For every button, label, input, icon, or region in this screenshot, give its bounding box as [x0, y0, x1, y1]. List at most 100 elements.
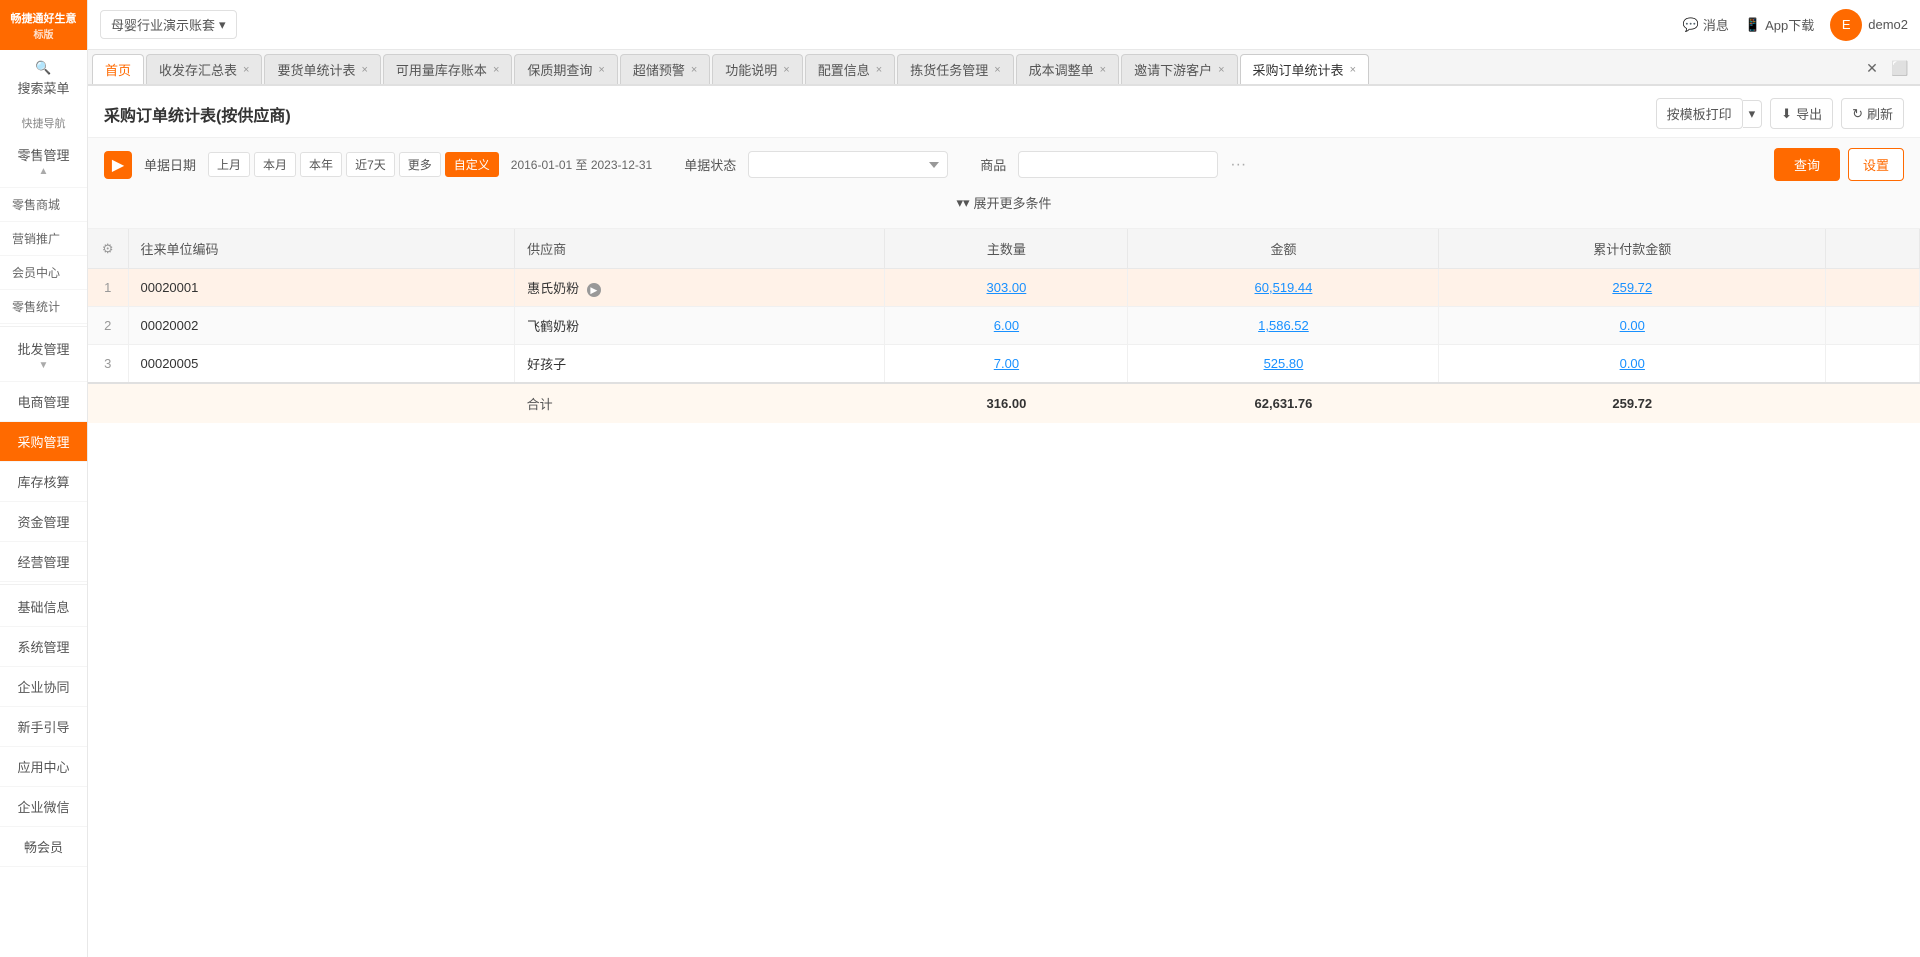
- td-amount[interactable]: 525.80: [1128, 345, 1439, 384]
- tab-cost-adjust[interactable]: 成本调整单 ×: [1016, 54, 1119, 84]
- sidebar-item-new-guide[interactable]: 新手引导: [0, 707, 87, 747]
- tab-close-icon[interactable]: ×: [994, 64, 1000, 76]
- td-paid-amount[interactable]: 259.72: [1439, 269, 1826, 307]
- sidebar-item-basic-info[interactable]: 基础信息: [0, 587, 87, 627]
- tab-maximize-btn[interactable]: ⬜: [1888, 56, 1912, 80]
- td-main-qty[interactable]: 6.00: [885, 307, 1128, 345]
- tab-home[interactable]: 首页: [92, 54, 144, 84]
- user-area[interactable]: E demo2: [1830, 9, 1908, 41]
- tab-close-icon[interactable]: ×: [1100, 64, 1106, 76]
- app-download-label: App下载: [1765, 15, 1814, 34]
- sidebar-item-wholesale-mgmt[interactable]: 批发管理 ▼: [0, 329, 87, 382]
- sidebar-item-ops-mgmt[interactable]: 经营管理: [0, 542, 87, 582]
- shortcut-more[interactable]: 更多: [399, 152, 441, 177]
- page-actions: 按模板打印 ▾ ⬇ 导出 ↻ 刷新: [1656, 98, 1904, 129]
- tab-receive-summary[interactable]: 收发存汇总表 ×: [146, 54, 262, 84]
- tab-actions: ✕ ⬜: [1856, 52, 1916, 84]
- goods-filter-label: 商品: [980, 155, 1006, 174]
- table-row[interactable]: 1 00020001 惠氏奶粉 ▶ 303.00 60,519.44 259.7…: [88, 269, 1920, 307]
- tab-close-icon[interactable]: ×: [1218, 64, 1224, 76]
- logo-area: 畅捷通好生意 标版: [0, 0, 87, 50]
- tab-close-icon[interactable]: ×: [598, 64, 604, 76]
- sidebar-item-member-center[interactable]: 会员中心: [0, 256, 87, 290]
- sidebar-item-label: 畅会员: [24, 837, 63, 856]
- sidebar-item-label: 零售管理: [17, 145, 69, 164]
- sidebar-item-label: 企业微信: [17, 797, 69, 816]
- shortcut-last-7days[interactable]: 近7天: [346, 152, 395, 177]
- tab-expiry-query[interactable]: 保质期查询 ×: [514, 54, 617, 84]
- table-row[interactable]: 3 00020005 好孩子 7.00 525.80 0.00: [88, 345, 1920, 384]
- sidebar-item-app-center[interactable]: 应用中心: [0, 747, 87, 787]
- tab-label: 邀请下游客户: [1134, 60, 1212, 79]
- shortcut-this-month[interactable]: 本月: [254, 152, 296, 177]
- workspace-selector[interactable]: 母婴行业演示账套 ▾: [100, 10, 237, 39]
- sidebar-item-vip[interactable]: 畅会员: [0, 827, 87, 867]
- table-settings-icon[interactable]: ⚙: [102, 241, 114, 256]
- status-select[interactable]: 草稿 已确认 已完成: [748, 151, 948, 178]
- avatar: E: [1830, 9, 1862, 41]
- shortcut-last-month[interactable]: 上月: [208, 152, 250, 177]
- td-main-qty[interactable]: 303.00: [885, 269, 1128, 307]
- td-main-qty[interactable]: 7.00: [885, 345, 1128, 384]
- expand-more-btn[interactable]: ▾▾ 展开更多条件: [956, 187, 1051, 218]
- tab-function-desc[interactable]: 功能说明 ×: [712, 54, 802, 84]
- supplier-detail-icon[interactable]: ▶: [587, 283, 601, 297]
- tab-close-icon[interactable]: ×: [243, 64, 249, 76]
- tab-close-icon[interactable]: ×: [1350, 64, 1356, 76]
- tab-purchase-stats[interactable]: 采购订单统计表 ×: [1240, 54, 1369, 84]
- tab-close-icon[interactable]: ×: [493, 64, 499, 76]
- goods-input[interactable]: [1018, 151, 1218, 178]
- tab-pick-task[interactable]: 拣货任务管理 ×: [897, 54, 1013, 84]
- export-btn[interactable]: ⬇ 导出: [1770, 98, 1833, 129]
- tab-goods-stats[interactable]: 要货单统计表 ×: [264, 54, 380, 84]
- td-paid-amount[interactable]: 0.00: [1439, 307, 1826, 345]
- td-amount[interactable]: 60,519.44: [1128, 269, 1439, 307]
- sidebar-item-enterprise-wechat[interactable]: 企业微信: [0, 787, 87, 827]
- divider: [0, 326, 87, 327]
- print-dropdown-btn[interactable]: ▾: [1743, 100, 1763, 128]
- tab-close-icon[interactable]: ×: [691, 64, 697, 76]
- sidebar-item-retail-shop[interactable]: 零售商城: [0, 188, 87, 222]
- sidebar-item-retail-stats[interactable]: 零售统计: [0, 290, 87, 324]
- sidebar-search[interactable]: 🔍 搜索菜单: [0, 50, 87, 107]
- tab-invite-downstream[interactable]: 邀请下游客户 ×: [1121, 54, 1237, 84]
- tab-available-stock[interactable]: 可用量库存账本 ×: [383, 54, 512, 84]
- sidebar-item-retail-mgmt[interactable]: 零售管理 ▲: [0, 135, 87, 188]
- workspace-name: 母婴行业演示账套: [111, 15, 215, 34]
- td-extra: [1826, 345, 1920, 384]
- table-row[interactable]: 2 00020002 飞鹤奶粉 6.00 1,586.52 0.00: [88, 307, 1920, 345]
- table-body: 1 00020001 惠氏奶粉 ▶ 303.00 60,519.44 259.7…: [88, 269, 1920, 384]
- td-supplier: 好孩子: [515, 345, 885, 384]
- tab-close-icon[interactable]: ×: [361, 64, 367, 76]
- sidebar-item-enterprise-collab[interactable]: 企业协同: [0, 667, 87, 707]
- td-amount[interactable]: 1,586.52: [1128, 307, 1439, 345]
- search-icon: 🔍: [35, 60, 51, 76]
- print-btn[interactable]: 按模板打印: [1656, 98, 1743, 129]
- app-download-btn[interactable]: 📱 App下载: [1745, 15, 1814, 34]
- settings-btn[interactable]: 设置: [1848, 148, 1904, 181]
- refresh-btn[interactable]: ↻ 刷新: [1841, 98, 1904, 129]
- message-btn[interactable]: 💬 消息: [1683, 15, 1729, 34]
- td-seq: 1: [88, 269, 128, 307]
- shortcut-this-year[interactable]: 本年: [300, 152, 342, 177]
- filter-toggle-btn[interactable]: ▶: [104, 151, 132, 179]
- tab-close-icon[interactable]: ×: [783, 64, 789, 76]
- td-paid-amount[interactable]: 0.00: [1439, 345, 1826, 384]
- sidebar-item-purchase-mgmt[interactable]: 采购管理: [0, 422, 87, 462]
- refresh-label: 刷新: [1867, 104, 1893, 123]
- tab-close-all-btn[interactable]: ✕: [1860, 56, 1884, 80]
- tab-config-info[interactable]: 配置信息 ×: [805, 54, 895, 84]
- goods-more-icon[interactable]: ···: [1230, 156, 1246, 174]
- tab-close-icon[interactable]: ×: [876, 64, 882, 76]
- sidebar-item-finance-mgmt[interactable]: 资金管理: [0, 502, 87, 542]
- sidebar-item-ecommerce-mgmt[interactable]: 电商管理: [0, 382, 87, 422]
- shortcut-custom[interactable]: 自定义: [445, 152, 499, 177]
- sidebar-item-inventory-check[interactable]: 库存核算: [0, 462, 87, 502]
- sidebar-item-sys-mgmt[interactable]: 系统管理: [0, 627, 87, 667]
- tab-overstock-warning[interactable]: 超储预警 ×: [620, 54, 710, 84]
- user-name: demo2: [1868, 17, 1908, 32]
- query-btn[interactable]: 查询: [1774, 148, 1840, 181]
- td-unit-code: 00020002: [128, 307, 515, 345]
- td-extra: [1826, 307, 1920, 345]
- sidebar-item-marketing[interactable]: 营销推广: [0, 222, 87, 256]
